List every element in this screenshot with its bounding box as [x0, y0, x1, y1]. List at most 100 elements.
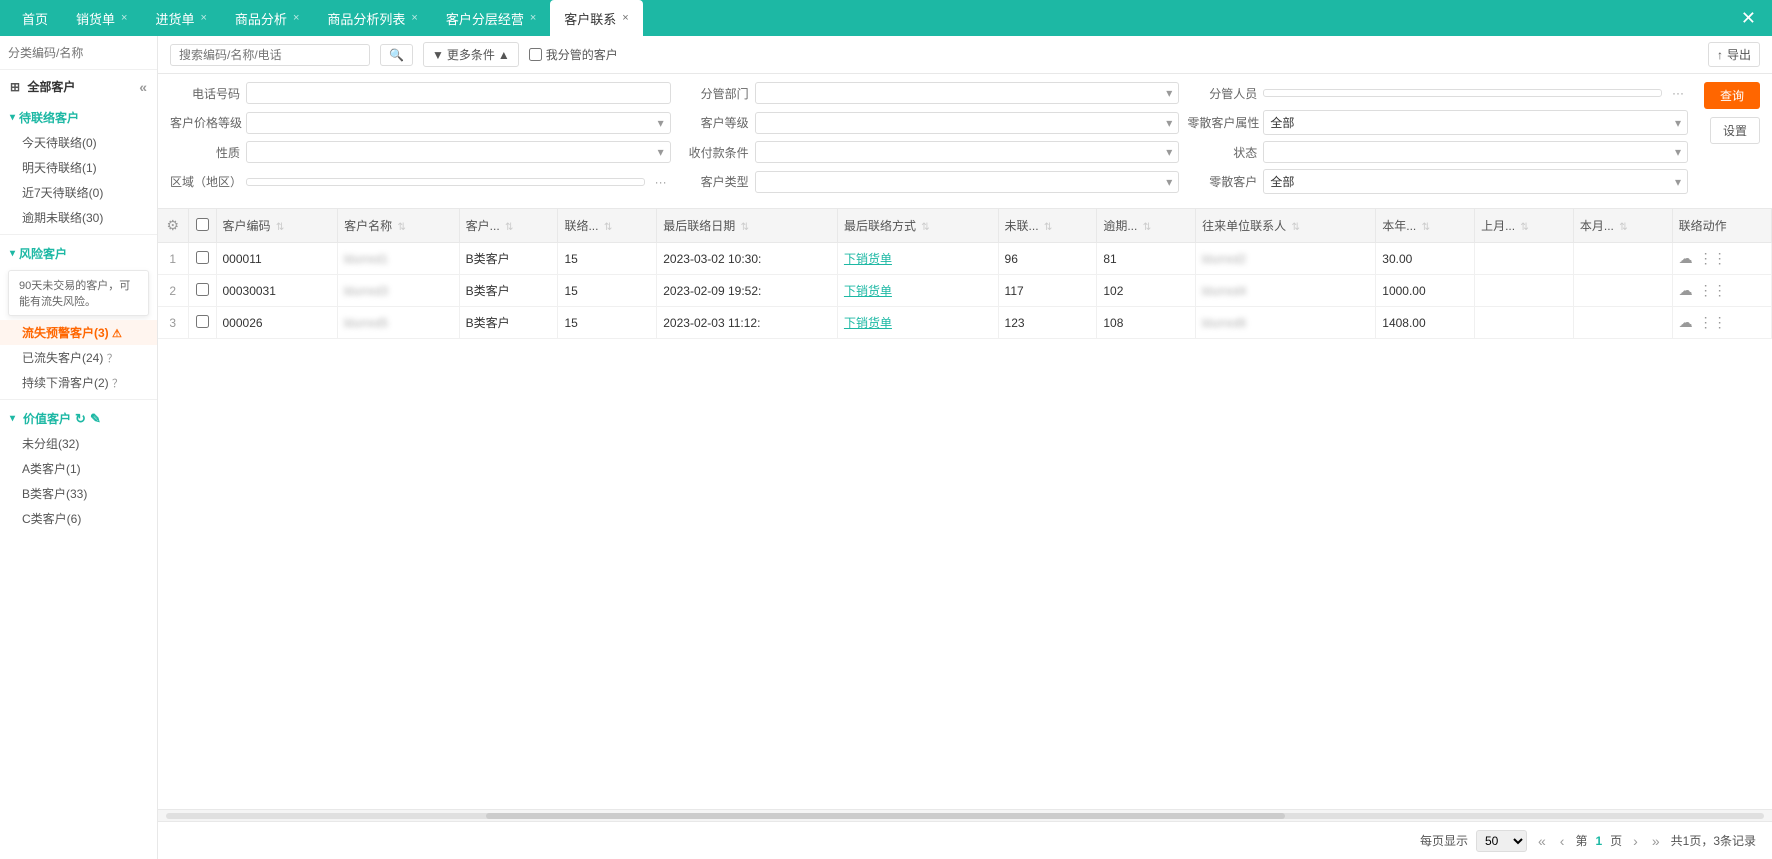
close-icon[interactable]: ×: [121, 12, 127, 24]
sidebar-item-today[interactable]: 今天待联络(0): [0, 130, 157, 155]
sidebar-all-customers[interactable]: ⊞ 全部客户 «: [0, 70, 157, 103]
contact-icon[interactable]: ☁: [1679, 282, 1693, 299]
th-contact-count[interactable]: 联络... ⇅: [558, 209, 657, 243]
price-level-select[interactable]: ▾: [246, 112, 671, 134]
page-size-select[interactable]: 50 100: [1476, 830, 1527, 852]
my-customers-checkbox[interactable]: 我分管的客户: [529, 46, 618, 63]
tab-analysis[interactable]: 商品分析 ×: [221, 0, 313, 36]
dept-select[interactable]: ▾: [755, 82, 1180, 104]
sidebar-item-7days[interactable]: 近7天待联络(0): [0, 180, 157, 205]
window-close-button[interactable]: ✕: [1733, 8, 1764, 29]
export-button[interactable]: ↑ 导出: [1708, 42, 1760, 67]
close-icon[interactable]: ×: [293, 12, 299, 24]
prev-page-button[interactable]: ‹: [1557, 833, 1568, 849]
th-name[interactable]: 客户名称 ⇅: [338, 209, 460, 243]
sort-icon: ⇅: [1422, 222, 1430, 233]
th-overdue[interactable]: 逾期... ⇅: [1097, 209, 1196, 243]
sidebar-item-overdue[interactable]: 逾期未联络(30): [0, 205, 157, 230]
collapse-icon[interactable]: «: [139, 79, 147, 95]
edit-icon[interactable]: ✎: [90, 411, 101, 427]
zero-customer-select[interactable]: 全部 ▾: [1263, 169, 1688, 194]
scrollbar-thumb[interactable]: [486, 813, 1285, 819]
sidebar-search-input[interactable]: [8, 46, 158, 60]
close-icon[interactable]: ×: [622, 12, 628, 24]
contact-method-link[interactable]: 下销货单: [844, 284, 892, 298]
sidebar-group-risk-label[interactable]: ▾ 风险客户: [0, 239, 157, 266]
select-all-checkbox[interactable]: [196, 218, 209, 231]
sidebar-item-churn-warning[interactable]: 流失预警客户(3) ⚠: [0, 320, 157, 345]
filter-icon: ▼: [432, 48, 444, 62]
th-last-month[interactable]: 上月... ⇅: [1475, 209, 1574, 243]
contact-icon[interactable]: ☁: [1679, 314, 1693, 331]
row-name: blurred5: [338, 307, 460, 339]
next-page-button[interactable]: ›: [1630, 833, 1641, 849]
sidebar-item-class-c[interactable]: C类客户(6): [0, 506, 157, 531]
sidebar-item-class-a[interactable]: A类客户(1): [0, 456, 157, 481]
sidebar-group-pending: ▾ 待联络客户 今天待联络(0) 明天待联络(1) 近7天待联络(0) 逾期未联…: [0, 103, 157, 230]
th-last-date[interactable]: 最后联络日期 ⇅: [657, 209, 838, 243]
phone-input[interactable]: [246, 82, 671, 104]
contact-method-link[interactable]: 下销货单: [844, 252, 892, 266]
arrow-down-icon: ▾: [10, 248, 15, 259]
th-contact-person[interactable]: 往来单位联系人 ⇅: [1196, 209, 1376, 243]
sidebar-item-declining[interactable]: 持续下滑客户(2) ？: [0, 370, 157, 395]
more-icon[interactable]: ···: [1668, 86, 1688, 100]
tab-home[interactable]: 首页: [8, 0, 62, 36]
close-icon[interactable]: ×: [411, 12, 417, 24]
th-no-contact[interactable]: 未联... ⇅: [998, 209, 1097, 243]
th-code[interactable]: 客户编码 ⇅: [216, 209, 338, 243]
more-actions-icon[interactable]: ⋮⋮: [1699, 282, 1727, 299]
th-type[interactable]: 客户... ⇅: [459, 209, 558, 243]
row-this-month: [1573, 275, 1672, 307]
gender-select[interactable]: ▾: [246, 141, 671, 163]
query-button[interactable]: 查询: [1704, 82, 1760, 109]
th-this-year[interactable]: 本年... ⇅: [1376, 209, 1475, 243]
th-this-month[interactable]: 本月... ⇅: [1573, 209, 1672, 243]
tab-customer-contact[interactable]: 客户联系 ×: [550, 0, 642, 36]
filter-status: 状态 ▾: [1187, 141, 1688, 163]
search-input[interactable]: [170, 44, 370, 66]
contact-method-link[interactable]: 下销货单: [844, 316, 892, 330]
settings-button[interactable]: 设置: [1710, 117, 1760, 144]
row-checkbox[interactable]: [196, 283, 209, 296]
tab-sales[interactable]: 销货单 ×: [62, 0, 141, 36]
tab-purchase[interactable]: 进货单 ×: [141, 0, 220, 36]
more-actions-icon[interactable]: ⋮⋮: [1699, 250, 1727, 267]
horizontal-scrollbar[interactable]: [158, 809, 1772, 821]
sidebar-group-value-label[interactable]: ▾ 价值客户 ↻ ✎: [0, 404, 157, 431]
search-button[interactable]: 🔍: [380, 44, 413, 66]
filter-gender: 性质 ▾: [170, 141, 671, 163]
row-checkbox[interactable]: [196, 251, 209, 264]
last-page-button[interactable]: »: [1649, 833, 1663, 849]
refresh-icon[interactable]: ↻: [75, 411, 86, 427]
sidebar-item-tomorrow[interactable]: 明天待联络(1): [0, 155, 157, 180]
region-select[interactable]: [246, 178, 645, 186]
zero-attr-select[interactable]: 全部 ▾: [1263, 110, 1688, 135]
more-conditions-button[interactable]: ▼ 更多条件 ▲: [423, 42, 519, 67]
payment-select[interactable]: ▾: [755, 141, 1180, 163]
close-icon[interactable]: ×: [200, 12, 206, 24]
first-page-button[interactable]: «: [1535, 833, 1549, 849]
sidebar-item-ungrouped[interactable]: 未分组(32): [0, 431, 157, 456]
tab-customer-tier[interactable]: 客户分层经营 ×: [432, 0, 550, 36]
customer-type-select[interactable]: ▾: [755, 171, 1180, 193]
row-actions: ☁ ⋮⋮: [1672, 243, 1771, 275]
level-select[interactable]: ▾: [755, 112, 1180, 134]
manager-select[interactable]: [1263, 89, 1662, 97]
more-icon[interactable]: ···: [651, 175, 671, 189]
row-checkbox[interactable]: [196, 315, 209, 328]
close-icon[interactable]: ×: [530, 12, 536, 24]
contact-icon[interactable]: ☁: [1679, 250, 1693, 267]
filter-dept: 分管部门 ▾: [679, 82, 1180, 104]
row-actions: ☁ ⋮⋮: [1672, 275, 1771, 307]
row-type: B类客户: [459, 243, 558, 275]
tab-analysis-list[interactable]: 商品分析列表 ×: [313, 0, 431, 36]
sidebar-group-pending-label[interactable]: ▾ 待联络客户: [0, 103, 157, 130]
status-select[interactable]: ▾: [1263, 141, 1688, 163]
more-actions-icon[interactable]: ⋮⋮: [1699, 314, 1727, 331]
chevron-down-icon: ▾: [658, 116, 664, 130]
sidebar-item-churned[interactable]: 已流失客户(24) ？: [0, 345, 157, 370]
th-last-method[interactable]: 最后联络方式 ⇅: [837, 209, 998, 243]
settings-gear-icon[interactable]: ⚙: [166, 217, 179, 233]
sidebar-item-class-b[interactable]: B类客户(33): [0, 481, 157, 506]
